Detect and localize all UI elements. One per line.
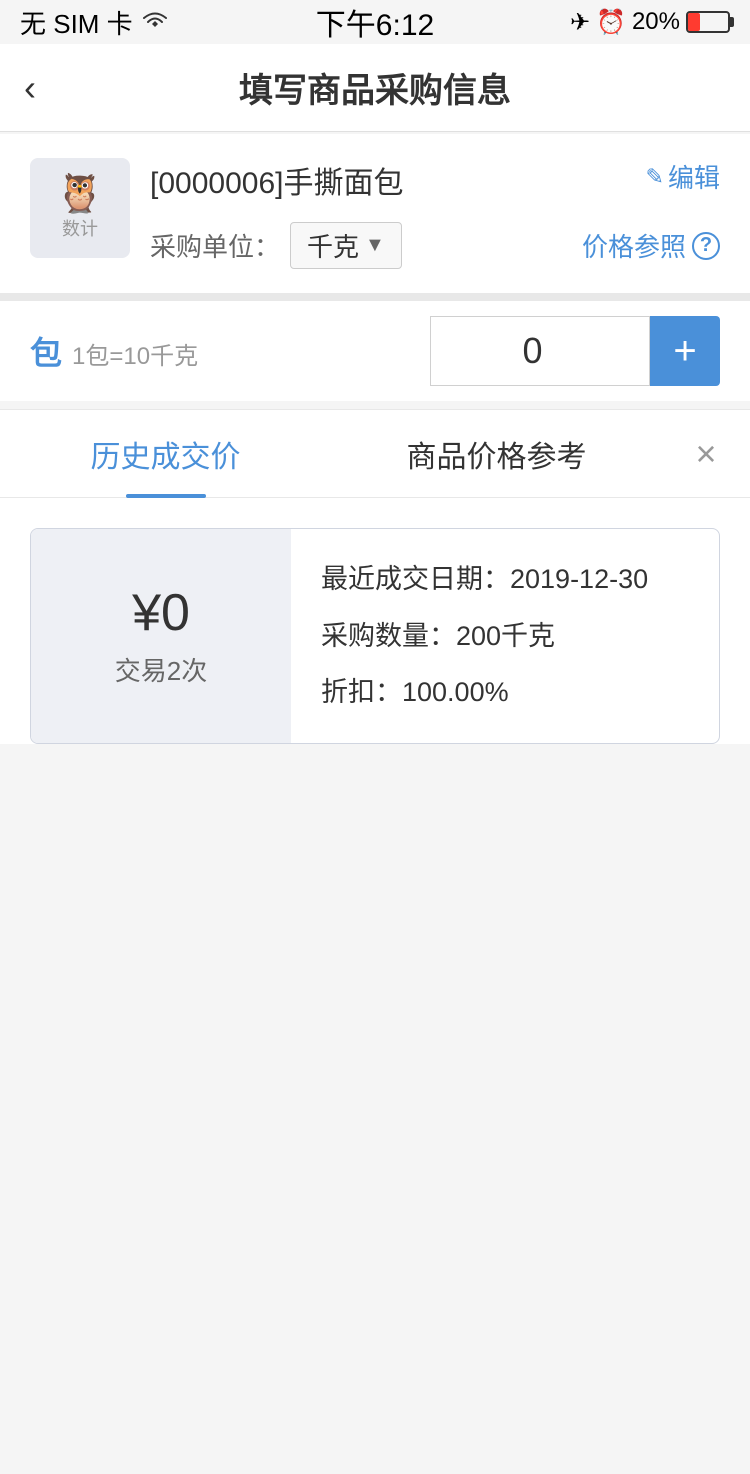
product-info: [0000006]手撕面包 ✎ 编辑 采购单位： 千克 ▼ 价格参照 ?	[150, 158, 720, 269]
purchase-quantity-row: 采购数量：200千克	[321, 616, 689, 657]
back-button[interactable]: ‹	[24, 67, 36, 109]
edit-button[interactable]: ✎ 编辑	[646, 158, 720, 195]
page-title: 填写商品采购信息	[239, 63, 511, 112]
price-summary: ¥0 交易2次	[31, 529, 291, 743]
main-content-bg	[0, 774, 750, 1474]
tab-product-price[interactable]: 商品价格参考	[331, 410, 662, 498]
status-bar: 无 SIM 卡 下午6:12 ✈ ⏰ 20%	[0, 0, 750, 44]
divider-1	[0, 293, 750, 301]
product-card: 🦉 数计 [0000006]手撕面包 ✎ 编辑 采购单位： 千克 ▼ 价格参照 …	[0, 134, 750, 293]
product-logo-label: 数计	[62, 215, 98, 241]
tab-history-price[interactable]: 历史成交价	[0, 410, 331, 498]
purchase-quantity-value: 200千克	[456, 621, 555, 651]
purchase-quantity-label: 采购数量：	[321, 621, 456, 651]
discount-value: 100.00%	[402, 677, 509, 707]
price-card: ¥0 交易2次 最近成交日期：2019-12-30 采购数量：200千克 折扣：…	[30, 528, 720, 744]
nav-bar: ‹ 填写商品采购信息	[0, 44, 750, 132]
price-ref-label: 价格参照	[582, 227, 686, 264]
price-reference-button[interactable]: 价格参照 ?	[582, 227, 720, 264]
unit-dropdown[interactable]: 千克 ▼	[290, 222, 402, 269]
status-time: 下午6:12	[316, 0, 434, 44]
discount-label: 折扣：	[321, 677, 402, 707]
unit-label: 采购单位：	[150, 227, 280, 264]
quantity-input[interactable]	[430, 316, 650, 386]
alarm-icon: ⏰	[596, 8, 626, 37]
battery-icon	[686, 11, 730, 33]
product-unit-row: 采购单位： 千克 ▼ 价格参照 ?	[150, 222, 720, 269]
tab-history-price-label: 历史成交价	[91, 432, 241, 476]
dropdown-arrow-icon: ▼	[365, 234, 385, 257]
product-name: [0000006]手撕面包	[150, 158, 403, 202]
recent-date-value: 2019-12-30	[510, 564, 648, 594]
trade-count: 交易2次	[115, 651, 207, 688]
discount-row: 折扣：100.00%	[321, 672, 689, 713]
bottom-panel: 历史成交价 商品价格参考 × ¥0 交易2次 最近成交日期：2019-12-30…	[0, 409, 750, 744]
battery-percent: 20%	[632, 8, 680, 36]
tab-header: 历史成交价 商品价格参考 ×	[0, 410, 750, 498]
product-logo-icon: 🦉	[56, 175, 103, 213]
package-char: 包	[30, 328, 62, 374]
quantity-row: 包 1包=10千克 +	[0, 301, 750, 401]
recent-date-label: 最近成交日期：	[321, 564, 510, 594]
package-sub: 1包=10千克	[72, 336, 198, 371]
edit-label: 编辑	[668, 158, 720, 195]
quantity-control: +	[430, 316, 720, 386]
status-left: 无 SIM 卡	[20, 4, 169, 41]
location-icon: ✈	[570, 8, 590, 37]
unit-value: 千克	[307, 227, 359, 264]
quantity-label: 包 1包=10千克	[30, 328, 198, 374]
quantity-plus-button[interactable]: +	[650, 316, 720, 386]
product-image: 🦉 数计	[30, 158, 130, 258]
close-button[interactable]: ×	[662, 410, 750, 498]
wifi-icon	[141, 7, 169, 38]
price-details: 最近成交日期：2019-12-30 采购数量：200千克 折扣：100.00%	[291, 529, 719, 743]
carrier-text: 无 SIM 卡	[20, 4, 133, 41]
unit-selector: 采购单位： 千克 ▼	[150, 222, 402, 269]
product-header: [0000006]手撕面包 ✎ 编辑	[150, 158, 720, 202]
recent-date-row: 最近成交日期：2019-12-30	[321, 559, 689, 600]
question-icon: ?	[692, 232, 720, 260]
status-right: ✈ ⏰ 20%	[570, 8, 730, 37]
edit-icon: ✎	[646, 164, 664, 190]
price-value: ¥0	[132, 583, 190, 643]
tab-product-price-label: 商品价格参考	[407, 432, 587, 476]
